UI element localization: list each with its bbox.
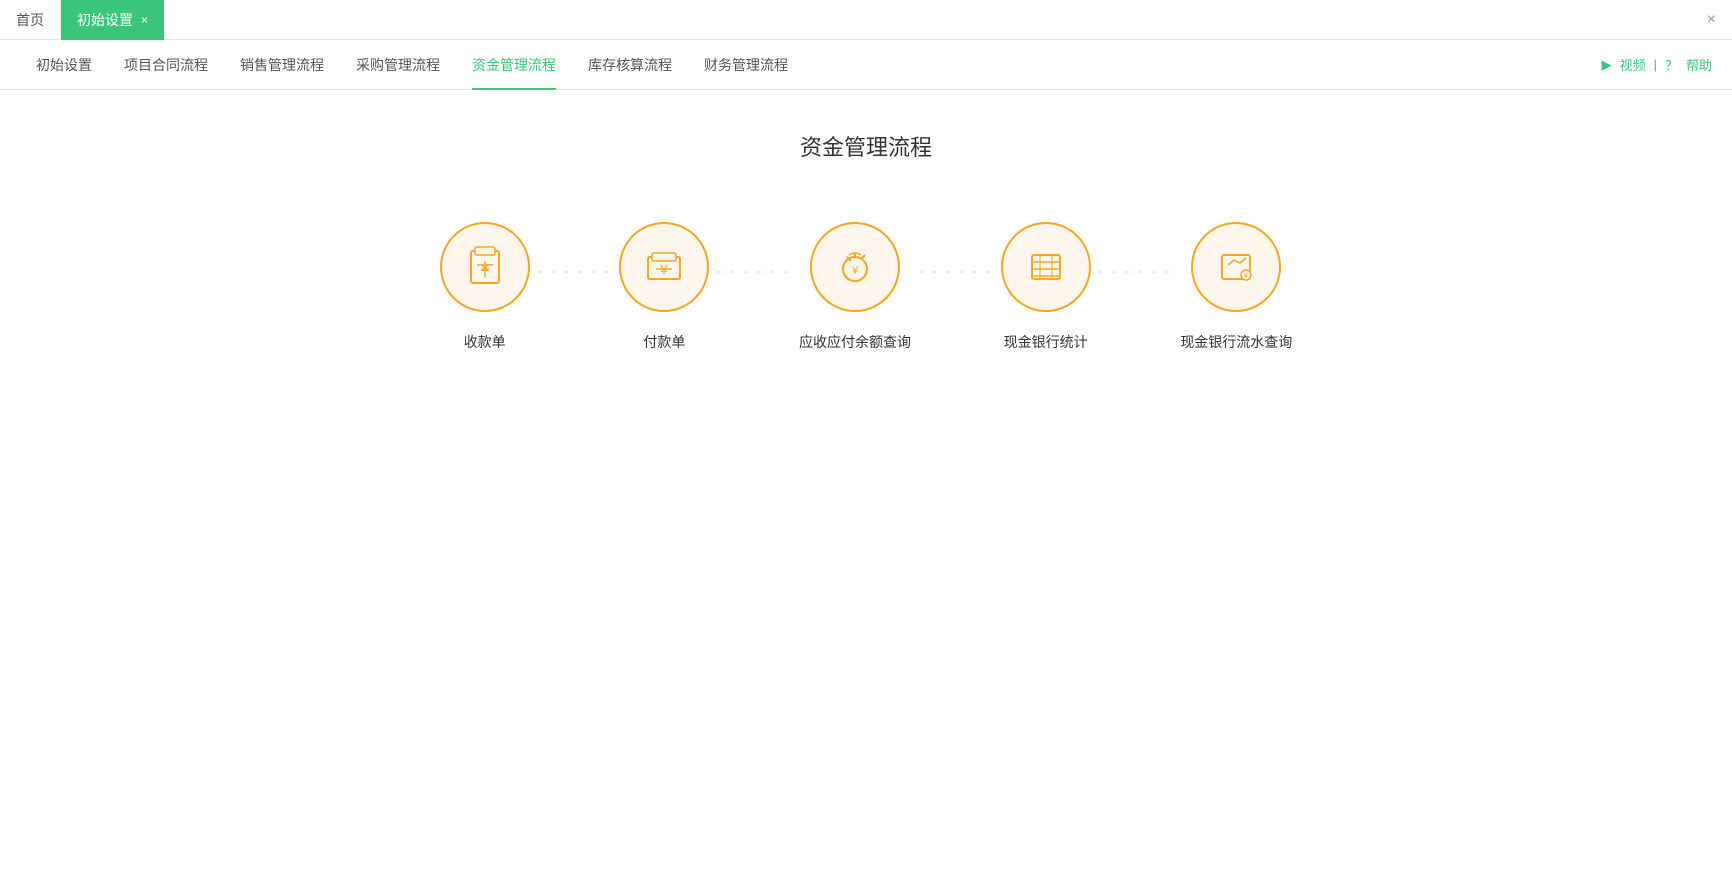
nav-item-finance[interactable]: 财务管理流程 [688,40,804,90]
close-icon[interactable]: × [141,13,148,27]
flow-container: ¥ 收款单 - - - - - - ¥ 付款单 [20,222,1712,352]
home-tab[interactable]: 首页 [0,0,61,40]
active-tab[interactable]: 初始设置 × [61,0,164,40]
receipt-icon-circle: ¥ [440,222,530,312]
flow-item-bank-flow[interactable]: ¥ 现金银行流水查询 [1180,222,1292,352]
help-link[interactable]: 帮助 [1686,55,1712,74]
nav-item-fund[interactable]: 资金管理流程 [456,40,572,90]
bank-flow-icon-circle: ¥ [1191,222,1281,312]
dots-2: - - - - - - [717,264,791,278]
main-content: 资金管理流程 ¥ 收款单 - - - - - - [0,90,1732,392]
connector-1: - - - - - - [530,222,620,278]
page-title: 资金管理流程 [20,130,1712,162]
flow-item-receipt[interactable]: ¥ 收款单 [440,222,530,352]
nav-item-inventory[interactable]: 库存核算流程 [572,40,688,90]
bank-flow-icon: ¥ [1214,245,1258,289]
flow-item-payment[interactable]: ¥ 付款单 [619,222,709,352]
balance-icon: ¥ [833,245,877,289]
payment-icon: ¥ [642,245,686,289]
connector-2: - - - - - - [709,222,799,278]
bank-flow-label: 现金银行流水查询 [1180,332,1292,352]
svg-text:¥: ¥ [1244,273,1248,280]
nav-separator: | [1654,57,1657,72]
payment-icon-circle: ¥ [619,222,709,312]
bank-stat-icon-circle [1001,222,1091,312]
flow-item-balance[interactable]: ¥ 应收应付余额查询 [799,222,911,352]
receipt-icon: ¥ [463,245,507,289]
nav-item-project[interactable]: 项目合同流程 [108,40,224,90]
bank-stat-label: 现金银行统计 [1004,332,1088,352]
connector-4: - - - - - - [1091,222,1181,278]
balance-label: 应收应付余额查询 [799,332,911,352]
nav-item-purchase[interactable]: 采购管理流程 [340,40,456,90]
nav-item-sales[interactable]: 销售管理流程 [224,40,340,90]
nav-item-initial[interactable]: 初始设置 [20,40,108,90]
svg-text:¥: ¥ [851,265,859,277]
video-icon: ▶ [1602,57,1612,73]
video-link[interactable]: 视频 [1620,55,1646,74]
window-close-button[interactable]: × [1691,0,1732,40]
connector-3: - - - - - - [911,222,1001,278]
balance-icon-circle: ¥ [810,222,900,312]
dots-4: - - - - - - [1099,264,1173,278]
flow-item-bank-stat[interactable]: 现金银行统计 [1001,222,1091,352]
bank-stat-icon [1024,245,1068,289]
dots-1: - - - - - - [538,264,612,278]
help-icon: ？ [1665,55,1678,74]
top-bar: 首页 初始设置 × × [0,0,1732,40]
nav-bar: 初始设置 项目合同流程 销售管理流程 采购管理流程 资金管理流程 库存核算流程 … [0,40,1732,90]
receipt-label: 收款单 [464,332,506,352]
dots-3: - - - - - - [919,264,993,278]
payment-label: 付款单 [643,332,685,352]
active-tab-label: 初始设置 [77,10,133,30]
nav-right: ▶ 视频 | ？ 帮助 [1602,55,1712,74]
